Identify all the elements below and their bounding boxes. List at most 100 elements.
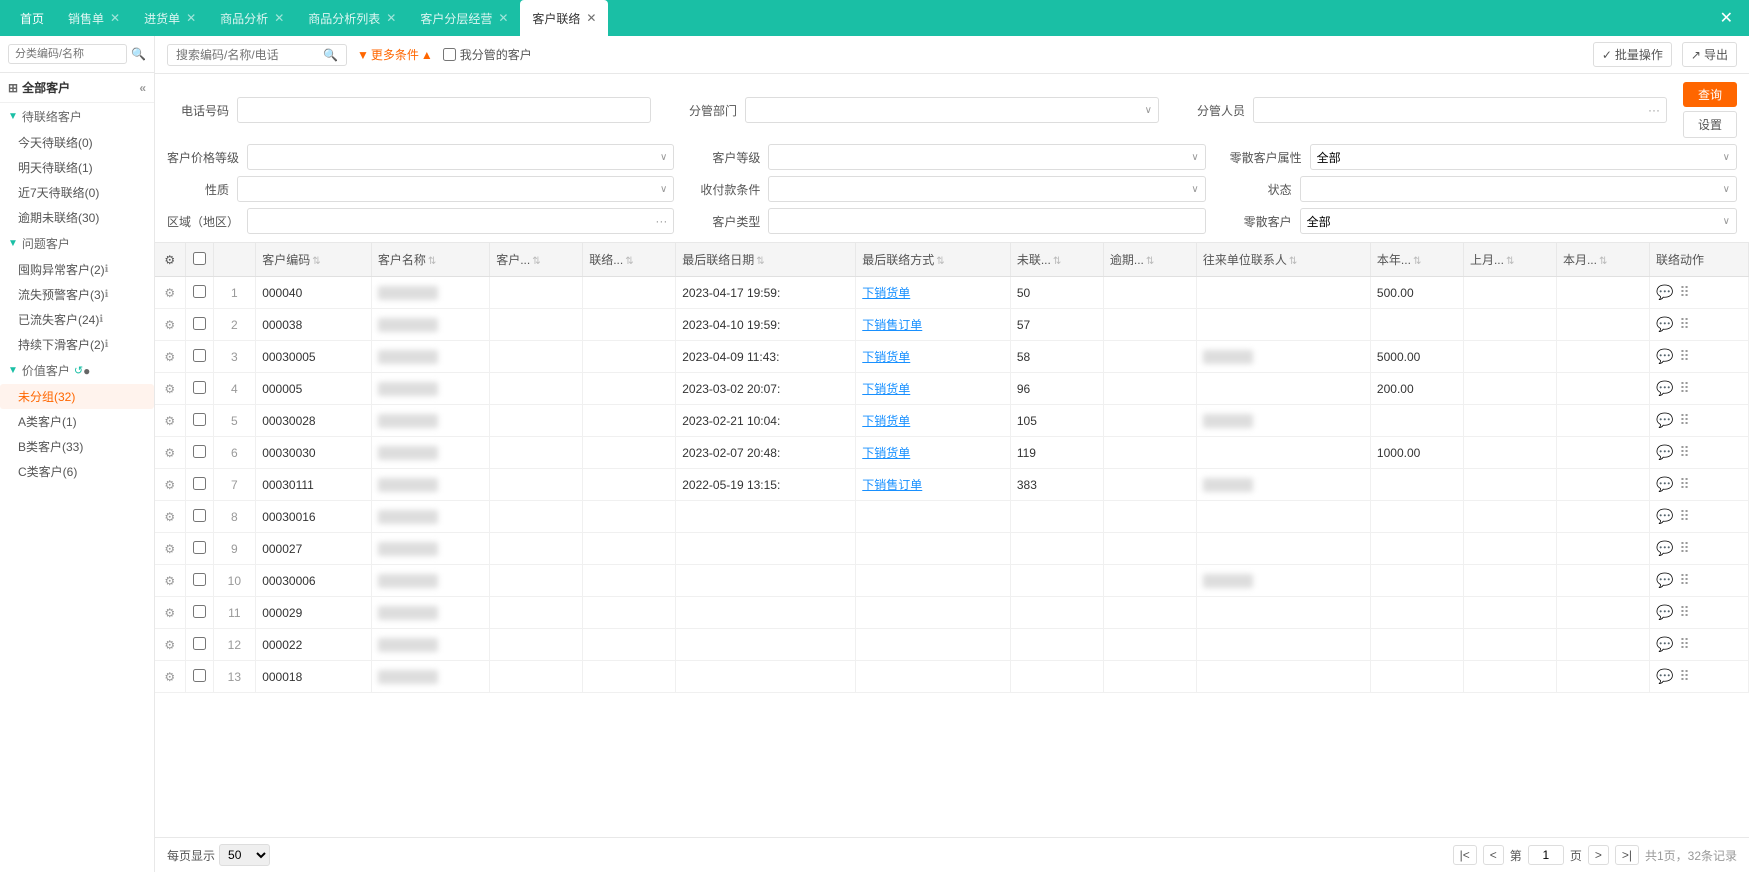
checkbox-cell[interactable]	[185, 533, 213, 565]
customer-name[interactable]	[371, 373, 489, 405]
settings-cell[interactable]: ⚙	[155, 661, 185, 693]
tab-purchase-close[interactable]: ✕	[186, 11, 196, 25]
my-customer-checkbox[interactable]: 我分管的客户	[443, 46, 532, 63]
sidebar-all-customers[interactable]: ⊞ 全部客户 «	[0, 73, 154, 103]
more-action-icon[interactable]: ⠿	[1679, 412, 1689, 429]
sidebar-search-input[interactable]	[8, 44, 127, 64]
chat-icon[interactable]: 💬	[1656, 636, 1673, 653]
row-checkbox[interactable]	[193, 573, 206, 586]
last-contact-way[interactable]	[856, 629, 1011, 661]
last-contact-way[interactable]: 下销货单	[856, 277, 1011, 309]
gender-input[interactable]: ∨	[237, 176, 674, 202]
settings-cell[interactable]: ⚙	[155, 565, 185, 597]
row-checkbox[interactable]	[193, 605, 206, 618]
sidebar-item-declining[interactable]: 持续下滑客户(2) ℹ	[0, 332, 154, 357]
sidebar-item-tomorrow[interactable]: 明天待联络(1)	[0, 155, 154, 180]
col-this-month[interactable]: 本月...⇅	[1556, 243, 1649, 277]
main-search-input[interactable]	[176, 48, 323, 62]
chat-icon[interactable]: 💬	[1656, 508, 1673, 525]
checkbox-cell[interactable]	[185, 341, 213, 373]
col-last-month[interactable]: 上月...⇅	[1463, 243, 1556, 277]
last-contact-way[interactable]: 下销货单	[856, 341, 1011, 373]
retail-attr-input[interactable]: 全部 ∨	[1310, 144, 1737, 170]
group-value-customers[interactable]: ▼ 价值客户 ↺ ●	[0, 357, 154, 384]
more-action-icon[interactable]: ⠿	[1679, 284, 1689, 301]
row-checkbox[interactable]	[193, 541, 206, 554]
col-last-date[interactable]: 最后联络日期⇅	[676, 243, 856, 277]
search-icon-main[interactable]: 🔍	[323, 48, 338, 62]
col-last-way[interactable]: 最后联络方式⇅	[856, 243, 1011, 277]
sidebar-item-stockpile[interactable]: 囤购异常客户(2) ℹ	[0, 257, 154, 282]
chat-icon[interactable]: 💬	[1656, 668, 1673, 685]
tab-customer-layer[interactable]: 客户分层经营 ✕	[408, 0, 520, 36]
sidebar-item-today[interactable]: 今天待联络(0)	[0, 130, 154, 155]
settings-cell[interactable]: ⚙	[155, 629, 185, 661]
customer-type-input[interactable]	[768, 208, 1205, 234]
tab-customer-contact[interactable]: 客户联络 ✕	[520, 0, 608, 36]
col-no-contact[interactable]: 未联...⇅	[1010, 243, 1103, 277]
contact-way-link[interactable]: 下销货单	[862, 382, 910, 396]
prev-page-btn[interactable]: <	[1483, 845, 1504, 865]
col-overdue[interactable]: 逾期...⇅	[1103, 243, 1196, 277]
last-contact-way[interactable]	[856, 501, 1011, 533]
row-checkbox[interactable]	[193, 285, 206, 298]
group-pending-contact[interactable]: ▼ 待联络客户	[0, 103, 154, 130]
more-action-icon[interactable]: ⠿	[1679, 508, 1689, 525]
tab-sales-close[interactable]: ✕	[110, 11, 120, 25]
row-checkbox[interactable]	[193, 637, 206, 650]
last-contact-way[interactable]	[856, 597, 1011, 629]
chat-icon[interactable]: 💬	[1656, 284, 1673, 301]
contact-way-link[interactable]: 下销货单	[862, 286, 910, 300]
customer-name[interactable]	[371, 437, 489, 469]
more-action-icon[interactable]: ⠿	[1679, 316, 1689, 333]
customer-name[interactable]	[371, 533, 489, 565]
reset-button[interactable]: 设置	[1683, 111, 1737, 138]
row-checkbox[interactable]	[193, 413, 206, 426]
sidebar-item-ungroup[interactable]: 未分组(32)	[0, 384, 154, 409]
last-contact-way[interactable]: 下销货单	[856, 405, 1011, 437]
settings-cell[interactable]: ⚙	[155, 597, 185, 629]
more-filter-btn[interactable]: ▼ 更多条件 ▲	[357, 46, 433, 63]
more-action-icon[interactable]: ⠿	[1679, 348, 1689, 365]
more-action-icon[interactable]: ⠿	[1679, 636, 1689, 653]
tab-sales[interactable]: 销售单 ✕	[56, 0, 132, 36]
sidebar-item-overdue[interactable]: 逾期未联络(30)	[0, 205, 154, 230]
col-checkbox[interactable]	[185, 243, 213, 277]
customer-name[interactable]	[371, 501, 489, 533]
tab-product-list-close[interactable]: ✕	[386, 11, 396, 25]
customer-name[interactable]	[371, 629, 489, 661]
window-close-button[interactable]: ✕	[1712, 8, 1741, 28]
group-problem-customers[interactable]: ▼ 问题客户	[0, 230, 154, 257]
price-level-input[interactable]: ∨	[247, 144, 674, 170]
more-action-icon[interactable]: ⠿	[1679, 476, 1689, 493]
row-checkbox[interactable]	[193, 381, 206, 394]
sidebar-search-icon[interactable]: 🔍	[131, 47, 146, 61]
export-btn[interactable]: ↗ 导出	[1682, 42, 1737, 67]
last-contact-way[interactable]: 下销售订单	[856, 309, 1011, 341]
row-checkbox[interactable]	[193, 477, 206, 490]
my-customer-check[interactable]	[443, 48, 456, 61]
row-checkbox[interactable]	[193, 509, 206, 522]
tab-product-analysis-close[interactable]: ✕	[274, 11, 284, 25]
row-checkbox[interactable]	[193, 669, 206, 682]
more-action-icon[interactable]: ⠿	[1679, 572, 1689, 589]
settings-cell[interactable]: ⚙	[155, 501, 185, 533]
settings-cell[interactable]: ⚙	[155, 341, 185, 373]
page-size-select[interactable]: 50 100	[219, 844, 270, 866]
sidebar-item-churn-warn[interactable]: 流失预警客户(3) ℹ	[0, 282, 154, 307]
row-checkbox[interactable]	[193, 317, 206, 330]
more-action-icon[interactable]: ⠿	[1679, 444, 1689, 461]
person-input[interactable]: ···	[1253, 97, 1667, 123]
contact-way-link[interactable]: 下销售订单	[862, 318, 922, 332]
tab-product-list[interactable]: 商品分析列表 ✕	[296, 0, 408, 36]
level-input[interactable]: ∨	[768, 144, 1205, 170]
sidebar-item-c-class[interactable]: C类客户(6)	[0, 459, 154, 484]
checkbox-cell[interactable]	[185, 501, 213, 533]
more-action-icon[interactable]: ⠿	[1679, 540, 1689, 557]
checkbox-cell[interactable]	[185, 629, 213, 661]
chat-icon[interactable]: 💬	[1656, 316, 1673, 333]
select-all-checkbox[interactable]	[193, 252, 206, 265]
col-this-year[interactable]: 本年...⇅	[1370, 243, 1463, 277]
col-settings[interactable]: ⚙	[155, 243, 185, 277]
col-name[interactable]: 客户名称⇅	[371, 243, 489, 277]
